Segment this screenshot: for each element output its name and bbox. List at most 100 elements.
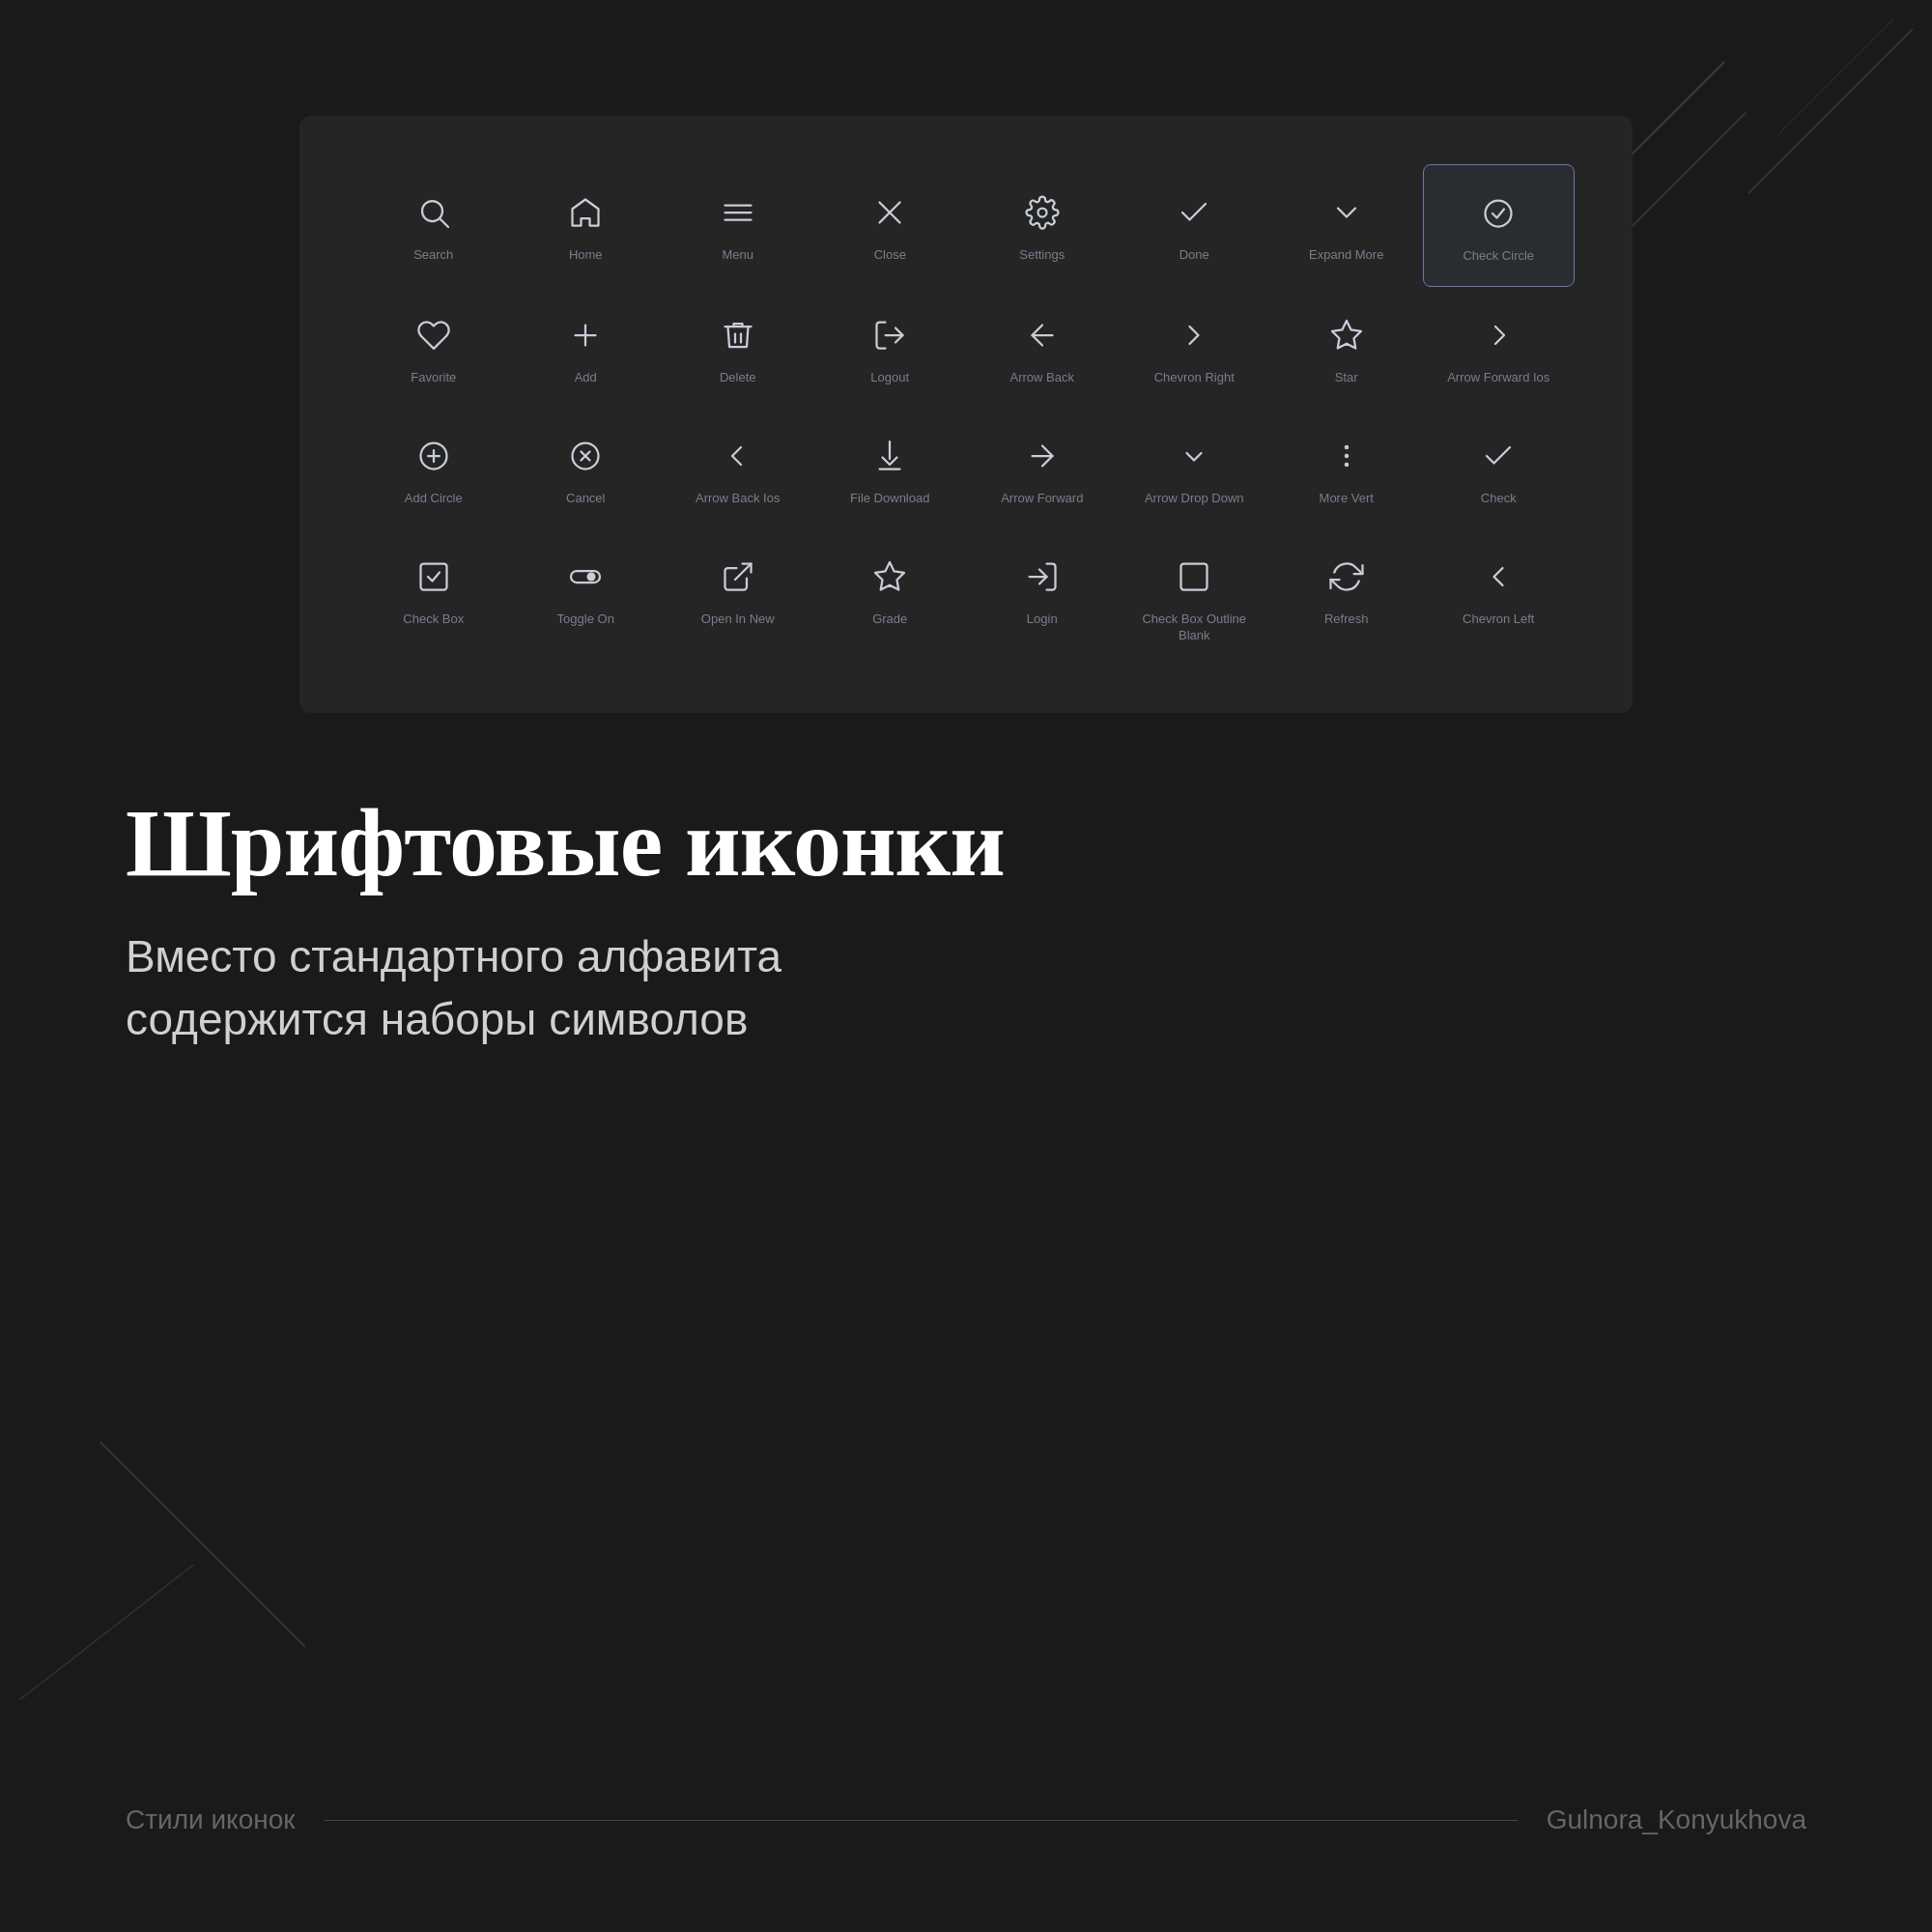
- footer-divider: [325, 1820, 1518, 1821]
- file-download-icon: [872, 435, 907, 477]
- icon-cell-cancel[interactable]: Cancel: [510, 408, 663, 528]
- footer-left-text: Стили иконок: [126, 1804, 296, 1835]
- icon-cell-chevron-left[interactable]: Chevron Left: [1423, 528, 1576, 666]
- check-label: Check: [1481, 491, 1517, 507]
- settings-label: Settings: [1019, 247, 1065, 264]
- icon-cell-arrow-back-ios[interactable]: Arrow Back Ios: [662, 408, 814, 528]
- svg-point-25: [1345, 445, 1350, 450]
- check-icon: [1481, 435, 1516, 477]
- icon-cell-close[interactable]: Close: [814, 164, 967, 287]
- delete-icon: [721, 314, 755, 356]
- icon-cell-toggle-on[interactable]: Toggle On: [510, 528, 663, 666]
- icon-cell-check-circle[interactable]: Check Circle: [1423, 164, 1576, 287]
- check-box-label: Check Box: [403, 611, 464, 628]
- home-label: Home: [569, 247, 603, 264]
- icon-cell-done[interactable]: Done: [1119, 164, 1271, 287]
- expand-more-icon: [1329, 191, 1364, 234]
- star-icon: [1329, 314, 1364, 356]
- chevron-left-label: Chevron Left: [1463, 611, 1534, 628]
- icon-cell-add[interactable]: Add: [510, 287, 663, 408]
- arrow-back-icon: [1025, 314, 1060, 356]
- svg-marker-16: [1332, 321, 1361, 349]
- icon-cell-home[interactable]: Home: [510, 164, 663, 287]
- more-vert-icon: [1329, 435, 1364, 477]
- done-icon: [1177, 191, 1211, 234]
- arrow-forward-ios-icon: [1481, 314, 1516, 356]
- cancel-label: Cancel: [566, 491, 605, 507]
- open-in-new-icon: [721, 555, 755, 598]
- icon-cell-delete[interactable]: Delete: [662, 287, 814, 408]
- check-box-icon: [416, 555, 451, 598]
- svg-point-3: [422, 201, 442, 221]
- icon-cell-search[interactable]: Search: [357, 164, 510, 287]
- icon-cell-arrow-drop-down[interactable]: Arrow Drop Down: [1119, 408, 1271, 528]
- icon-cell-login[interactable]: Login: [966, 528, 1119, 666]
- toggle-on-label: Toggle On: [557, 611, 614, 628]
- footer-right-text: Gulnora_Konyukhova: [1547, 1804, 1806, 1835]
- star-label: Star: [1335, 370, 1358, 386]
- settings-icon: [1025, 191, 1060, 234]
- arrow-drop-down-icon: [1177, 435, 1211, 477]
- subtitle-line1: Вместо стандартного алфавита: [126, 931, 781, 981]
- icon-cell-more-vert[interactable]: More Vert: [1270, 408, 1423, 528]
- search-label: Search: [413, 247, 453, 264]
- logout-label: Logout: [870, 370, 909, 386]
- svg-line-4: [440, 219, 448, 227]
- home-icon: [568, 191, 603, 234]
- icon-cell-check-box[interactable]: Check Box: [357, 528, 510, 666]
- icon-cell-arrow-forward-ios[interactable]: Arrow Forward Ios: [1423, 287, 1576, 408]
- done-label: Done: [1179, 247, 1209, 264]
- icon-cell-favorite[interactable]: Favorite: [357, 287, 510, 408]
- check-circle-label: Check Circle: [1463, 248, 1534, 265]
- svg-line-31: [735, 563, 752, 580]
- cancel-icon: [568, 435, 603, 477]
- delete-label: Delete: [720, 370, 756, 386]
- arrow-forward-label: Arrow Forward: [1001, 491, 1083, 507]
- chevron-right-label: Chevron Right: [1154, 370, 1235, 386]
- icon-cell-refresh[interactable]: Refresh: [1270, 528, 1423, 666]
- icon-cell-add-circle[interactable]: Add Circle: [357, 408, 510, 528]
- arrow-drop-down-label: Arrow Drop Down: [1145, 491, 1244, 507]
- check-circle-icon: [1481, 192, 1516, 235]
- icon-grid: Search Home Menu Close: [357, 164, 1575, 665]
- arrow-back-ios-label: Arrow Back Ios: [696, 491, 780, 507]
- refresh-label: Refresh: [1324, 611, 1369, 628]
- arrow-back-ios-icon: [721, 435, 755, 477]
- login-label: Login: [1027, 611, 1058, 628]
- add-circle-icon: [416, 435, 451, 477]
- icon-cell-check-box-outline-blank[interactable]: Check Box Outline Blank: [1119, 528, 1271, 666]
- icon-cell-grade[interactable]: Grade: [814, 528, 967, 666]
- chevron-left-icon: [1481, 555, 1516, 598]
- icon-cell-arrow-back[interactable]: Arrow Back: [966, 287, 1119, 408]
- favorite-label: Favorite: [411, 370, 456, 386]
- icon-cell-arrow-forward[interactable]: Arrow Forward: [966, 408, 1119, 528]
- icon-cell-star[interactable]: Star: [1270, 287, 1423, 408]
- icon-cell-check[interactable]: Check: [1423, 408, 1576, 528]
- icon-cell-chevron-right[interactable]: Chevron Right: [1119, 287, 1271, 408]
- arrow-forward-icon: [1025, 435, 1060, 477]
- file-download-label: File Download: [850, 491, 929, 507]
- subtitle-line2: содержится наборы символов: [126, 994, 748, 1044]
- text-section: Шрифтовые иконки Вместо стандартного алф…: [126, 771, 1806, 1069]
- more-vert-label: More Vert: [1320, 491, 1374, 507]
- svg-point-30: [587, 572, 596, 581]
- svg-point-11: [1486, 201, 1512, 227]
- icon-cell-menu[interactable]: Menu: [662, 164, 814, 287]
- icon-cell-file-download[interactable]: File Download: [814, 408, 967, 528]
- svg-point-10: [1037, 209, 1046, 217]
- svg-rect-34: [1181, 563, 1208, 589]
- icon-cell-open-in-new[interactable]: Open In New: [662, 528, 814, 666]
- login-icon: [1025, 555, 1060, 598]
- logout-icon: [872, 314, 907, 356]
- svg-marker-32: [875, 562, 904, 590]
- toggle-on-icon: [568, 555, 603, 598]
- footer: Стили иконок Gulnora_Konyukhova: [126, 1804, 1806, 1835]
- open-in-new-label: Open In New: [701, 611, 775, 628]
- icon-cell-logout[interactable]: Logout: [814, 287, 967, 408]
- expand-more-label: Expand More: [1309, 247, 1383, 264]
- refresh-icon: [1329, 555, 1364, 598]
- icon-cell-settings[interactable]: Settings: [966, 164, 1119, 287]
- icon-cell-expand-more[interactable]: Expand More: [1270, 164, 1423, 287]
- grade-icon: [872, 555, 907, 598]
- add-label: Add: [575, 370, 597, 386]
